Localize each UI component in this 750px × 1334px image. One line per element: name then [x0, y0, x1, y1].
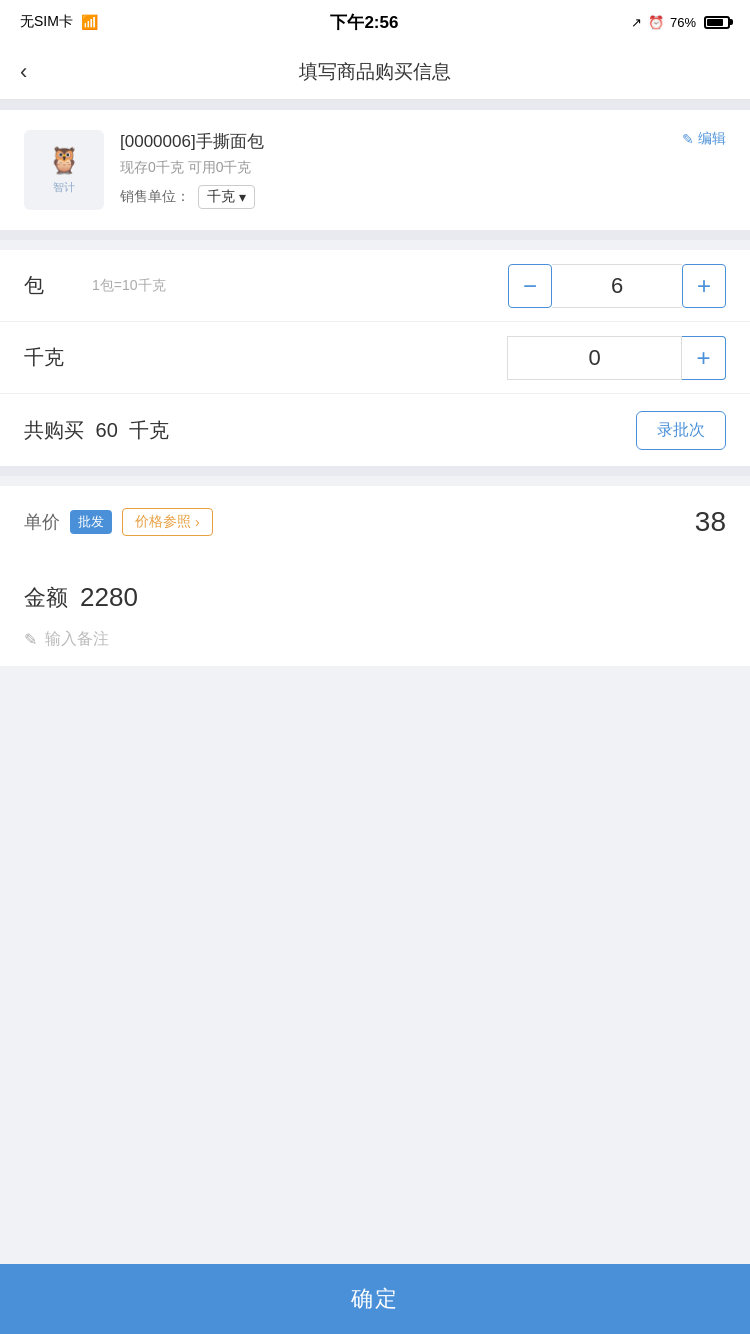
edit-icon: ✎	[682, 131, 694, 147]
total-row: 共购买 60 千克 录批次	[0, 394, 750, 466]
status-time: 下午2:56	[330, 11, 398, 34]
product-stock: 现存0千克 可用0千克	[120, 159, 726, 177]
product-unit-row: 销售单位： 千克 ▾	[120, 185, 726, 209]
price-label: 单价	[24, 510, 60, 534]
product-logo-icon: 🦉	[48, 145, 80, 176]
price-section: 单价 批发 价格参照 › 38	[0, 486, 750, 558]
batch-button[interactable]: 录批次	[636, 411, 726, 450]
unit-value: 千克	[207, 188, 235, 206]
edit-button[interactable]: ✎ 编辑	[682, 130, 726, 148]
product-info: [0000006]手撕面包 现存0千克 可用0千克 销售单位： 千克 ▾	[120, 130, 726, 209]
package-minus-button[interactable]: −	[508, 264, 552, 308]
price-badge: 批发	[70, 510, 112, 534]
total-unit: 千克	[129, 419, 169, 441]
total-prefix: 共购买	[24, 419, 84, 441]
price-ref-label: 价格参照	[135, 513, 191, 531]
status-left: 无SIM卡 📶	[20, 13, 98, 31]
confirm-button[interactable]: 确定	[0, 1264, 750, 1334]
amount-section: 金额 2280 ✎ 输入备注	[0, 558, 750, 666]
kg-input-right: +	[507, 336, 726, 380]
product-card: 🦉 智计 [0000006]手撕面包 现存0千克 可用0千克 销售单位： 千克 …	[0, 110, 750, 230]
package-sublabel: 1包=10千克	[92, 277, 508, 295]
unit-select[interactable]: 千克 ▾	[198, 185, 255, 209]
kg-input-row: 千克 +	[0, 322, 750, 394]
battery-percent: 76%	[670, 15, 696, 30]
kg-label: 千克	[24, 344, 84, 371]
battery-icon	[704, 16, 730, 29]
product-name: [0000006]手撕面包	[120, 130, 726, 153]
amount-row: 金额 2280	[24, 582, 726, 613]
brand-label: 智计	[53, 180, 75, 195]
package-label: 包	[24, 272, 84, 299]
package-plus-button[interactable]: +	[682, 264, 726, 308]
separator-1	[0, 100, 750, 110]
price-value: 38	[695, 506, 726, 538]
package-input[interactable]	[552, 264, 682, 308]
price-ref-button[interactable]: 价格参照 ›	[122, 508, 213, 536]
unit-label: 销售单位：	[120, 188, 190, 206]
edit-label: 编辑	[698, 130, 726, 148]
package-stepper: − +	[508, 264, 726, 308]
separator-3	[0, 466, 750, 476]
input-section: 包 1包=10千克 − + 千克 + 共购买 60 千克 录批次	[0, 250, 750, 466]
unit-dropdown-icon: ▾	[239, 189, 246, 205]
note-row[interactable]: ✎ 输入备注	[24, 629, 726, 650]
status-right: ↗ ⏰ 76%	[631, 15, 730, 30]
total-text: 共购买 60 千克	[24, 417, 169, 444]
carrier-label: 无SIM卡	[20, 13, 73, 31]
product-thumbnail: 🦉 智计	[24, 130, 104, 210]
location-icon: ↗	[631, 15, 642, 30]
status-bar: 无SIM卡 📶 下午2:56 ↗ ⏰ 76%	[0, 0, 750, 44]
note-placeholder: 输入备注	[45, 629, 109, 650]
wifi-icon: 📶	[81, 14, 98, 30]
kg-input[interactable]	[507, 336, 682, 380]
separator-2	[0, 230, 750, 240]
kg-plus-button[interactable]: +	[682, 336, 726, 380]
price-ref-arrow: ›	[195, 514, 200, 530]
amount-value: 2280	[80, 582, 138, 613]
content-spacer	[0, 666, 750, 946]
amount-label: 金额	[24, 583, 68, 613]
alarm-icon: ⏰	[648, 15, 664, 30]
back-button[interactable]: ‹	[20, 59, 27, 85]
pencil-icon: ✎	[24, 630, 37, 649]
total-amount: 60	[96, 419, 118, 441]
package-input-row: 包 1包=10千克 − +	[0, 250, 750, 322]
nav-bar: ‹ 填写商品购买信息	[0, 44, 750, 100]
page-title: 填写商品购买信息	[299, 59, 451, 85]
